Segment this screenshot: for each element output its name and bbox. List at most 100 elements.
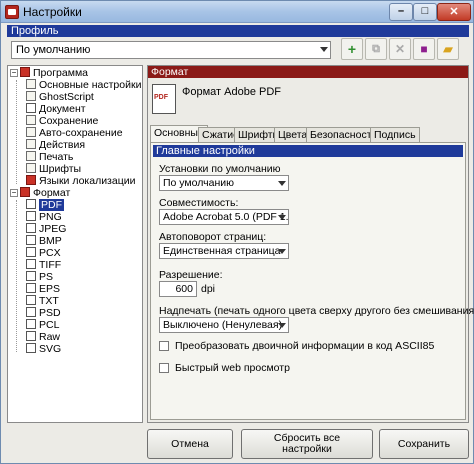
tree-item-pcl[interactable]: PCL <box>26 319 59 331</box>
collapse-icon[interactable]: − <box>10 189 18 197</box>
tree-item-tiff[interactable]: TIFF <box>26 259 61 271</box>
copy-profile-icon: ⧉ <box>372 43 380 55</box>
bmp-file-icon <box>26 235 36 245</box>
chevron-down-icon <box>278 181 286 186</box>
compat-select[interactable]: Adobe Acrobat 5.0 (PDF 1.4) <box>159 209 289 225</box>
reset-label-line2: настройки <box>282 443 332 455</box>
chevron-down-icon <box>320 47 328 52</box>
psd-file-icon <box>26 307 36 317</box>
collapse-icon[interactable]: − <box>10 69 18 77</box>
eps-file-icon <box>26 283 36 293</box>
panel-header: Формат <box>148 66 468 78</box>
tree-item-fonts[interactable]: Шрифты <box>26 163 81 175</box>
save-profile-button[interactable]: ■ <box>413 38 435 60</box>
tree-item-svg[interactable]: SVG <box>26 343 61 355</box>
jpeg-file-icon <box>26 223 36 233</box>
tab-content-general: Главные настройки Установки по умолчанию… <box>150 142 474 420</box>
tree-item-print[interactable]: Печать <box>26 151 73 163</box>
overprint-select[interactable]: Выключено (Ненулевая) <box>159 317 289 333</box>
window-title: Настройки <box>23 5 82 19</box>
format-panel: Формат Формат Adobe PDF Основные Сжатие … <box>147 65 474 423</box>
resolution-input[interactable]: 600 <box>159 281 197 297</box>
tree-item-eps[interactable]: EPS <box>26 283 60 295</box>
language-flag-icon <box>26 175 36 185</box>
pcl-file-icon <box>26 319 36 329</box>
program-icon <box>20 67 30 77</box>
tree-group-program[interactable]: Программа <box>20 67 88 79</box>
chevron-down-icon <box>278 323 286 328</box>
minimize-icon: – <box>397 5 405 17</box>
tree-item-ghostscript[interactable]: GhostScript <box>26 91 94 103</box>
resolution-label: Разрешение: <box>159 269 223 281</box>
tree-item-txt[interactable]: TXT <box>26 295 59 307</box>
autosave-icon <box>26 127 36 137</box>
delete-profile-button[interactable]: ✕ <box>389 38 411 60</box>
settings-window: Настройки – □ ✕ Профиль По умолчанию + ⧉… <box>0 0 474 464</box>
reset-label-line1: Сбросить все <box>273 432 341 444</box>
open-folder-icon: ▰ <box>443 42 453 56</box>
fastweb-checkbox[interactable] <box>159 363 169 373</box>
pcx-file-icon <box>26 247 36 257</box>
tree-item-document[interactable]: Документ <box>26 103 86 115</box>
defaults-value: По умолчанию <box>163 177 235 189</box>
title-bar: Настройки – □ ✕ <box>1 1 473 23</box>
reset-settings-button[interactable]: Сбросить все настройки <box>241 429 373 459</box>
add-profile-button[interactable]: + <box>341 38 363 60</box>
pdf-file-icon <box>26 199 36 209</box>
delete-profile-icon: ✕ <box>394 42 406 56</box>
tree-item-ps[interactable]: PS <box>26 271 53 283</box>
tree-item-languages[interactable]: Языки локализации <box>26 175 135 187</box>
save-profile-icon: ■ <box>420 42 428 56</box>
settings-tree: − Программа Основные настройки GhostScri… <box>7 65 143 423</box>
save-button[interactable]: Сохранить <box>379 429 469 459</box>
save-icon <box>26 115 36 125</box>
tree-item-psd[interactable]: PSD <box>26 307 61 319</box>
compat-value: Adobe Acrobat 5.0 (PDF 1.4) <box>163 211 289 223</box>
cancel-button[interactable]: Отмена <box>147 429 233 459</box>
tree-item-pdf[interactable]: PDF <box>26 199 64 211</box>
tiff-file-icon <box>26 259 36 269</box>
tree-item-general[interactable]: Основные настройки <box>26 79 141 91</box>
settings-icon <box>26 79 36 89</box>
txt-file-icon <box>26 295 36 305</box>
section-title: Главные настройки <box>153 145 463 157</box>
format-title: Формат Adobe PDF <box>182 86 281 98</box>
tree-connector <box>16 200 17 352</box>
tab-signature[interactable]: Подпись <box>370 127 420 142</box>
document-icon <box>26 103 36 113</box>
font-icon <box>26 163 36 173</box>
open-folder-button[interactable]: ▰ <box>437 38 459 60</box>
tree-group-format[interactable]: Формат <box>20 187 70 199</box>
minimize-button[interactable]: – <box>389 3 413 21</box>
close-icon: ✕ <box>449 6 459 18</box>
ascii85-checkbox[interactable] <box>159 341 169 351</box>
png-file-icon <box>26 211 36 221</box>
actions-icon <box>26 139 36 149</box>
save-label: Сохранить <box>397 438 451 450</box>
tree-item-bmp[interactable]: BMP <box>26 235 62 247</box>
maximize-icon: □ <box>421 5 429 17</box>
autorotate-select[interactable]: Единственная страница <box>159 243 289 259</box>
profile-select[interactable]: По умолчанию <box>11 41 331 59</box>
tree-item-saving[interactable]: Сохранение <box>26 115 98 127</box>
tree-item-autosave[interactable]: Авто-сохранение <box>26 127 123 139</box>
add-profile-icon: + <box>347 41 357 57</box>
tree-item-raw[interactable]: Raw <box>26 331 60 343</box>
compat-label: Совместимость: <box>159 197 239 209</box>
cancel-label: Отмена <box>171 438 209 450</box>
pdf-format-icon <box>152 84 176 114</box>
tree-item-pcx[interactable]: PCX <box>26 247 61 259</box>
profile-select-value: По умолчанию <box>16 44 91 56</box>
close-button[interactable]: ✕ <box>437 3 471 21</box>
copy-profile-button[interactable]: ⧉ <box>365 38 387 60</box>
tree-item-actions[interactable]: Действия <box>26 139 85 151</box>
maximize-button[interactable]: □ <box>413 3 437 21</box>
overprint-value: Выключено (Ненулевая) <box>163 319 283 331</box>
ascii85-label: Преобразовать двоичной информации в код … <box>175 340 435 352</box>
tree-item-jpeg[interactable]: JPEG <box>26 223 66 235</box>
profile-label: Профиль <box>7 25 469 37</box>
overprint-label: Надпечать (печать одного цвета сверху др… <box>159 305 474 317</box>
defaults-select[interactable]: По умолчанию <box>159 175 289 191</box>
tree-connector <box>16 80 17 184</box>
tree-item-png[interactable]: PNG <box>26 211 62 223</box>
